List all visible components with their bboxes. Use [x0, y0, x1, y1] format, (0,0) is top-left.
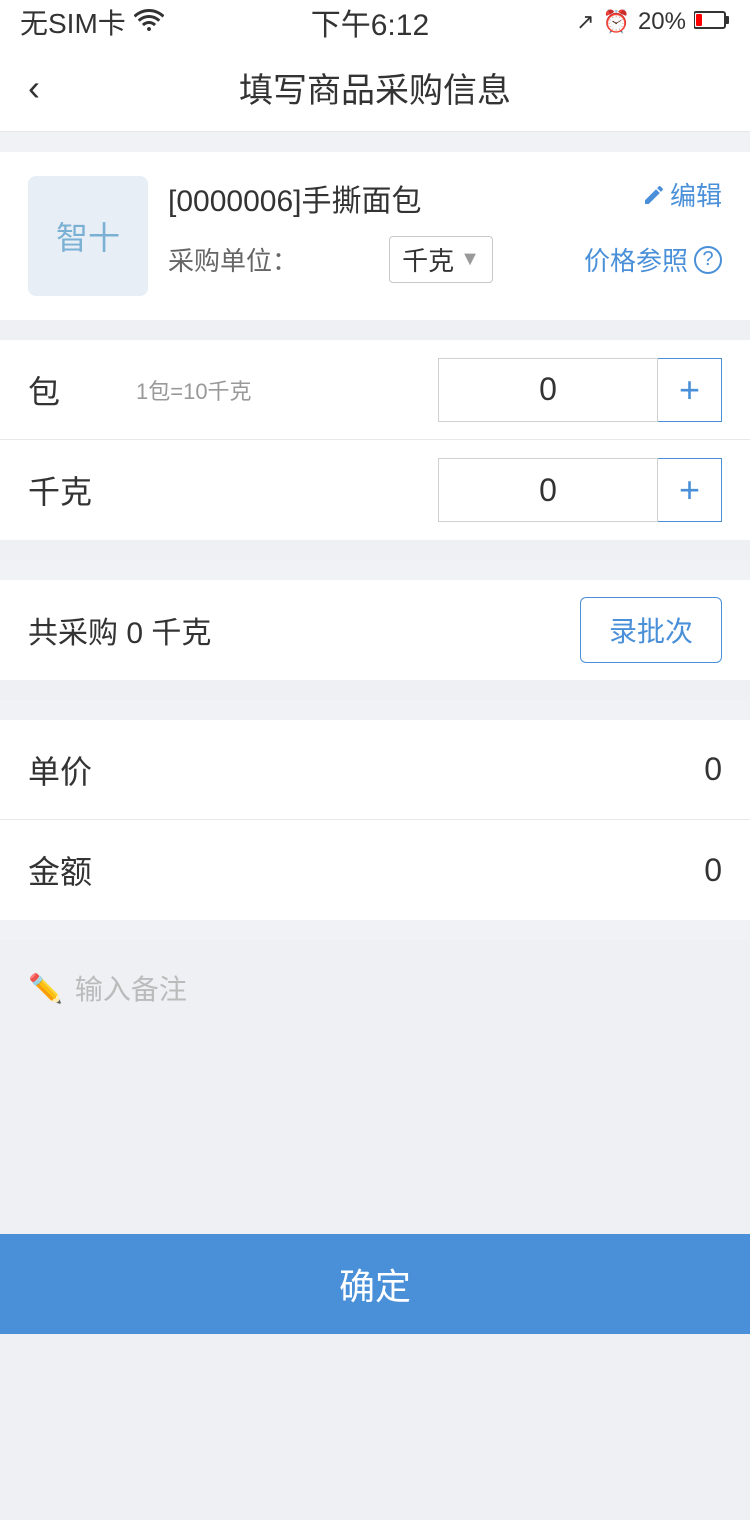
summary-section: 共采购 0 千克 录批次	[0, 580, 750, 680]
kg-input[interactable]	[438, 458, 658, 522]
section-divider-3	[0, 680, 750, 700]
status-left: 无SIM卡	[20, 2, 164, 42]
amount-label: 金额	[28, 847, 92, 893]
note-input-row[interactable]: ✏️ 输入备注	[28, 968, 722, 1008]
product-logo: 智十	[56, 213, 120, 259]
back-button[interactable]: ‹	[28, 67, 40, 109]
battery-percent: 20%	[638, 8, 686, 36]
price-section: 单价 0 金额 0	[0, 720, 750, 920]
amount-row: 金额 0	[0, 820, 750, 920]
price-ref-button[interactable]: 价格参照 ?	[584, 241, 722, 278]
kg-input-row: 千克 +	[0, 440, 750, 540]
section-divider-1	[0, 320, 750, 340]
note-section[interactable]: ✏️ 输入备注	[0, 940, 750, 1140]
bao-plus-button[interactable]: +	[658, 358, 722, 422]
confirm-button[interactable]: 确定	[0, 1234, 750, 1334]
bao-input-row: 包 1包=10千克 +	[0, 340, 750, 440]
product-info: [0000006]手撕面包 编辑 采购单位： 千克 ▼ 价格参照 ?	[168, 176, 722, 283]
product-card: 智十 [0000006]手撕面包 编辑 采购单位： 千克 ▼ 价格参照 ?	[0, 152, 750, 320]
unit-selector[interactable]: 千克 ▼	[389, 236, 493, 283]
product-name: [0000006]手撕面包	[168, 176, 421, 220]
unit-value: 千克	[402, 241, 454, 278]
summary-row: 共采购 0 千克 录批次	[0, 580, 750, 680]
bao-label: 包	[28, 367, 128, 413]
input-section: 包 1包=10千克 + 千克 +	[0, 340, 750, 540]
help-icon: ?	[694, 246, 722, 274]
carrier-text: 无SIM卡	[20, 2, 126, 42]
status-right: ↗ ⏰ 20%	[576, 8, 730, 36]
bao-number-box: +	[438, 358, 722, 422]
section-divider-2	[0, 540, 750, 560]
product-image: 智十	[28, 176, 148, 296]
pencil-icon: ✏️	[28, 972, 63, 1005]
product-unit-row: 采购单位： 千克 ▼ 价格参照 ?	[168, 236, 722, 283]
product-header: [0000006]手撕面包 编辑	[168, 176, 722, 220]
alarm-icon: ⏰	[603, 9, 630, 35]
kg-label: 千克	[28, 467, 128, 513]
kg-number-box: +	[438, 458, 722, 522]
unit-price-value: 0	[704, 751, 722, 788]
bao-input[interactable]	[438, 358, 658, 422]
kg-plus-button[interactable]: +	[658, 458, 722, 522]
unit-label: 采购单位：	[168, 241, 298, 278]
unit-price-row: 单价 0	[0, 720, 750, 820]
amount-value: 0	[704, 852, 722, 889]
summary-text: 共采购 0 千克	[28, 608, 211, 652]
bao-sub-label: 1包=10千克	[136, 374, 438, 406]
nav-bar: ‹ 填写商品采购信息	[0, 44, 750, 132]
unit-price-label: 单价	[28, 747, 92, 793]
edit-button[interactable]: 编辑	[642, 176, 722, 213]
page-title: 填写商品采购信息	[239, 63, 511, 112]
record-batch-button[interactable]: 录批次	[580, 597, 722, 663]
note-placeholder: 输入备注	[75, 968, 187, 1008]
status-bar: 无SIM卡 下午6:12 ↗ ⏰ 20%	[0, 0, 750, 44]
battery-icon	[694, 8, 730, 36]
wifi-icon	[134, 6, 164, 38]
unit-arrow-icon: ▼	[460, 248, 480, 271]
status-time: 下午6:12	[311, 0, 429, 44]
location-icon: ↗	[576, 9, 594, 35]
